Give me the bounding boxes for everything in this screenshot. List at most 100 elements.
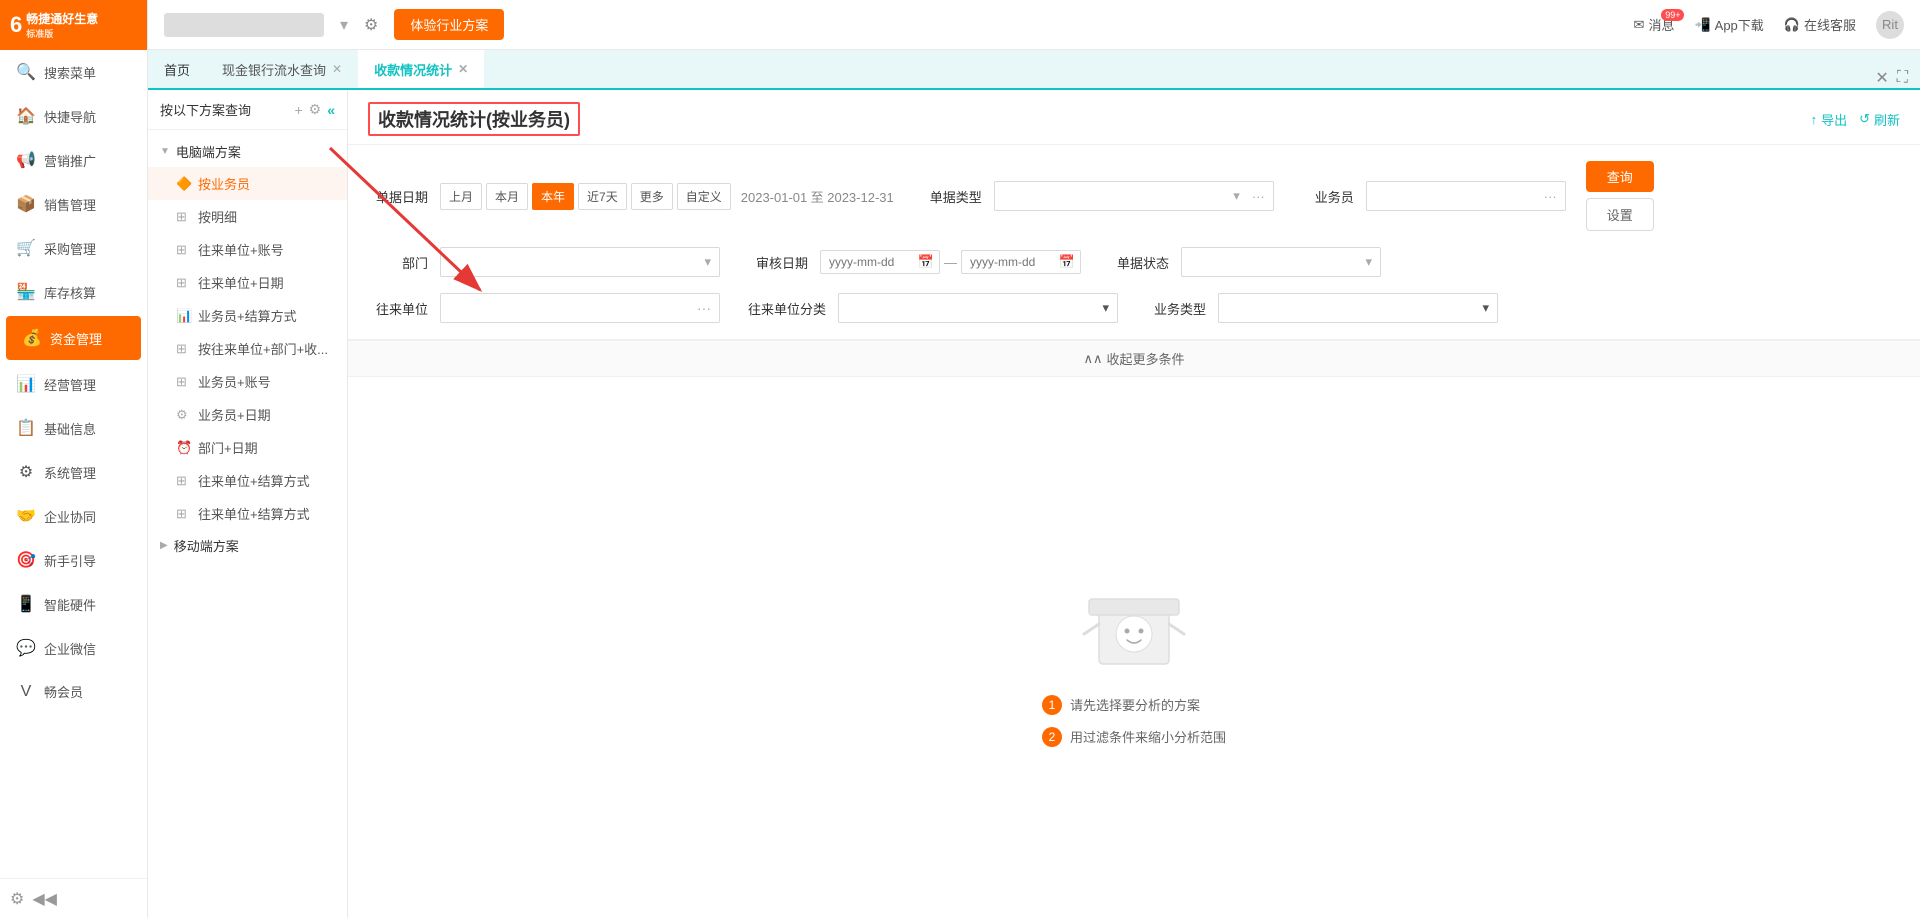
- sidebar-item-wechat[interactable]: 💬 企业微信: [0, 626, 147, 670]
- salesperson-account-icon: ⊞: [176, 374, 192, 390]
- sidebar-item-enterprise[interactable]: 🤝 企业协同: [0, 494, 147, 538]
- tab-maximize-icon[interactable]: ⛶: [1897, 69, 1908, 87]
- collapse-bar[interactable]: ∧∧ 收起更多条件: [348, 340, 1920, 377]
- date-btn-last-month[interactable]: 上月: [440, 183, 482, 210]
- sidebar-item-vip[interactable]: V 畅会员: [0, 670, 147, 713]
- hardware-icon: 📱: [16, 594, 36, 614]
- scheme-collapse-icon[interactable]: «: [327, 102, 335, 118]
- scheme-group-desktop-title[interactable]: ▼ 电脑端方案: [148, 136, 347, 167]
- empty-svg: [1069, 549, 1199, 679]
- tab-home-label: 首页: [164, 60, 190, 79]
- scheme-item-unit-payment2[interactable]: ⊞ 往来单位+结算方式: [148, 497, 347, 530]
- sidebar-item-label: 经营管理: [44, 375, 96, 394]
- receipt-type-select[interactable]: ▾ ···: [994, 181, 1274, 211]
- unit-category-select[interactable]: ▾: [838, 293, 1118, 323]
- sidebar-item-sales[interactable]: 📦 销售管理: [0, 182, 147, 226]
- date-btn-custom[interactable]: 自定义: [677, 183, 731, 210]
- unit-dots[interactable]: ···: [697, 300, 711, 316]
- scheme-group-mobile-title[interactable]: ▶ 移动端方案: [148, 530, 347, 561]
- tab-receipt-stats[interactable]: 收款情况统计 ✕: [358, 50, 484, 90]
- date-btn-this-month[interactable]: 本月: [486, 183, 528, 210]
- scheme-item-unit-dept-receipt[interactable]: ⊞ 按往来单位+部门+收...: [148, 332, 347, 365]
- receipt-type-dots[interactable]: ···: [1252, 189, 1265, 204]
- user-label: Rit: [1882, 17, 1898, 32]
- desktop-group-arrow-icon: ▼: [160, 146, 170, 157]
- dept-select[interactable]: ▾: [440, 247, 720, 277]
- scheme-item-salesperson-payment[interactable]: 📊 业务员+结算方式: [148, 299, 347, 332]
- salesperson-payment-label: 业务员+结算方式: [198, 306, 297, 325]
- tab-close-all-icon[interactable]: ✕: [1875, 68, 1888, 88]
- sidebar-item-system[interactable]: ⚙ 系统管理: [0, 450, 147, 494]
- date-group: 上月 本月 本年 近7天 更多 自定义 2023-01-01 至 2023-12…: [440, 183, 894, 210]
- mobile-group-arrow-icon: ▶: [160, 540, 168, 551]
- purchase-icon: 🛒: [16, 238, 36, 258]
- salesperson-account-label: 业务员+账号: [198, 372, 271, 391]
- salesperson-dots[interactable]: ···: [1544, 189, 1557, 204]
- unit-account-icon: ⊞: [176, 242, 192, 258]
- refresh-label: 刷新: [1874, 110, 1900, 129]
- set-btn[interactable]: 设置: [1586, 198, 1654, 231]
- by-salesperson-icon: 🔶: [176, 176, 192, 192]
- app-download-link[interactable]: 📲 App下载: [1694, 15, 1763, 34]
- review-date-start-input[interactable]: [820, 250, 940, 274]
- query-btn[interactable]: 查询: [1586, 161, 1654, 192]
- export-btn[interactable]: ↑ 导出: [1811, 110, 1848, 129]
- sidebar-item-guide[interactable]: 🎯 新手引导: [0, 538, 147, 582]
- date-btn-this-year[interactable]: 本年: [532, 183, 574, 210]
- review-date-end-input[interactable]: [961, 250, 1081, 274]
- biz-type-select[interactable]: ▾: [1218, 293, 1498, 323]
- sidebar-item-operation[interactable]: 📊 经营管理: [0, 362, 147, 406]
- scheme-item-salesperson-date[interactable]: ⚙ 业务员+日期: [148, 398, 347, 431]
- scheme-item-salesperson-account[interactable]: ⊞ 业务员+账号: [148, 365, 347, 398]
- scheme-group-mobile: ▶ 移动端方案: [148, 530, 347, 561]
- sidebar-item-capital[interactable]: 💰 资金管理: [6, 316, 141, 360]
- sidebar-item-label: 畅会员: [44, 682, 83, 701]
- scheme-add-icon[interactable]: +: [294, 102, 302, 118]
- service-link[interactable]: 🎧 在线客服: [1784, 15, 1856, 34]
- filter-row-1: 单据日期 上月 本月 本年 近7天 更多 自定义 2023-01-01 至 20…: [368, 161, 1900, 231]
- messages-icon[interactable]: ✉ 消息 99+: [1634, 15, 1675, 34]
- operation-icon: 📊: [16, 374, 36, 394]
- message-bell-icon: ✉: [1634, 17, 1645, 33]
- date-btn-7days[interactable]: 近7天: [578, 183, 627, 210]
- sidebar-item-label: 企业协同: [44, 507, 96, 526]
- sidebar-collapse-icon[interactable]: ◀◀: [32, 889, 57, 909]
- receipt-status-select[interactable]: ▾: [1181, 247, 1381, 277]
- salesperson-select[interactable]: ···: [1366, 181, 1566, 211]
- sidebar-item-quick-nav[interactable]: 🏠 快捷导航: [0, 94, 147, 138]
- unit-payment2-label: 往来单位+结算方式: [198, 504, 310, 523]
- tab-bank-flow-close-icon[interactable]: ✕: [332, 62, 342, 76]
- unit-select[interactable]: ···: [440, 293, 720, 323]
- sidebar-item-basic[interactable]: 📋 基础信息: [0, 406, 147, 450]
- tab-bank-flow[interactable]: 现金银行流水查询 ✕: [206, 50, 358, 90]
- tip-text-2: 用过滤条件来缩小分析范围: [1070, 727, 1226, 746]
- inventory-icon: 🏪: [16, 282, 36, 302]
- refresh-btn[interactable]: ↺ 刷新: [1859, 110, 1900, 129]
- sidebar-item-inventory[interactable]: 🏪 库存核算: [0, 270, 147, 314]
- sidebar-settings-icon[interactable]: ⚙: [10, 889, 24, 909]
- scheme-item-unit-account[interactable]: ⊞ 往来单位+账号: [148, 233, 347, 266]
- scheme-group-desktop: ▼ 电脑端方案 🔶 按业务员 ⊞ 按明细 ⊞ 往来单位+账号: [148, 136, 347, 530]
- scheme-item-unit-payment1[interactable]: ⊞ 往来单位+结算方式: [148, 464, 347, 497]
- scheme-item-by-detail[interactable]: ⊞ 按明细: [148, 200, 347, 233]
- scheme-list: ▼ 电脑端方案 🔶 按业务员 ⊞ 按明细 ⊞ 往来单位+账号: [148, 130, 347, 918]
- salesperson-label: 业务员: [1294, 187, 1354, 206]
- topbar-settings-icon[interactable]: ⚙: [364, 15, 378, 35]
- scheme-item-unit-date[interactable]: ⊞ 往来单位+日期: [148, 266, 347, 299]
- dept-date-icon: ⏰: [176, 440, 192, 456]
- tab-home[interactable]: 首页: [148, 50, 206, 90]
- tab-receipt-stats-close-icon[interactable]: ✕: [458, 62, 468, 76]
- sidebar-item-search-menu[interactable]: 🔍 搜索菜单: [0, 50, 147, 94]
- scheme-item-by-salesperson[interactable]: 🔶 按业务员: [148, 167, 347, 200]
- scheme-item-dept-date[interactable]: ⏰ 部门+日期: [148, 431, 347, 464]
- review-date-group: 📅 — 📅: [820, 250, 1081, 274]
- trial-btn[interactable]: 体验行业方案: [394, 9, 504, 40]
- scheme-settings-icon[interactable]: ⚙: [309, 101, 322, 118]
- topbar-dropdown-icon[interactable]: ▾: [340, 15, 348, 35]
- sidebar-item-purchase[interactable]: 🛒 采购管理: [0, 226, 147, 270]
- sidebar-item-hardware[interactable]: 📱 智能硬件: [0, 582, 147, 626]
- date-btn-more[interactable]: 更多: [631, 183, 673, 210]
- user-avatar[interactable]: Rit: [1876, 11, 1904, 39]
- search-menu-icon: 🔍: [16, 62, 36, 82]
- sidebar-item-marketing[interactable]: 📢 营销推广: [0, 138, 147, 182]
